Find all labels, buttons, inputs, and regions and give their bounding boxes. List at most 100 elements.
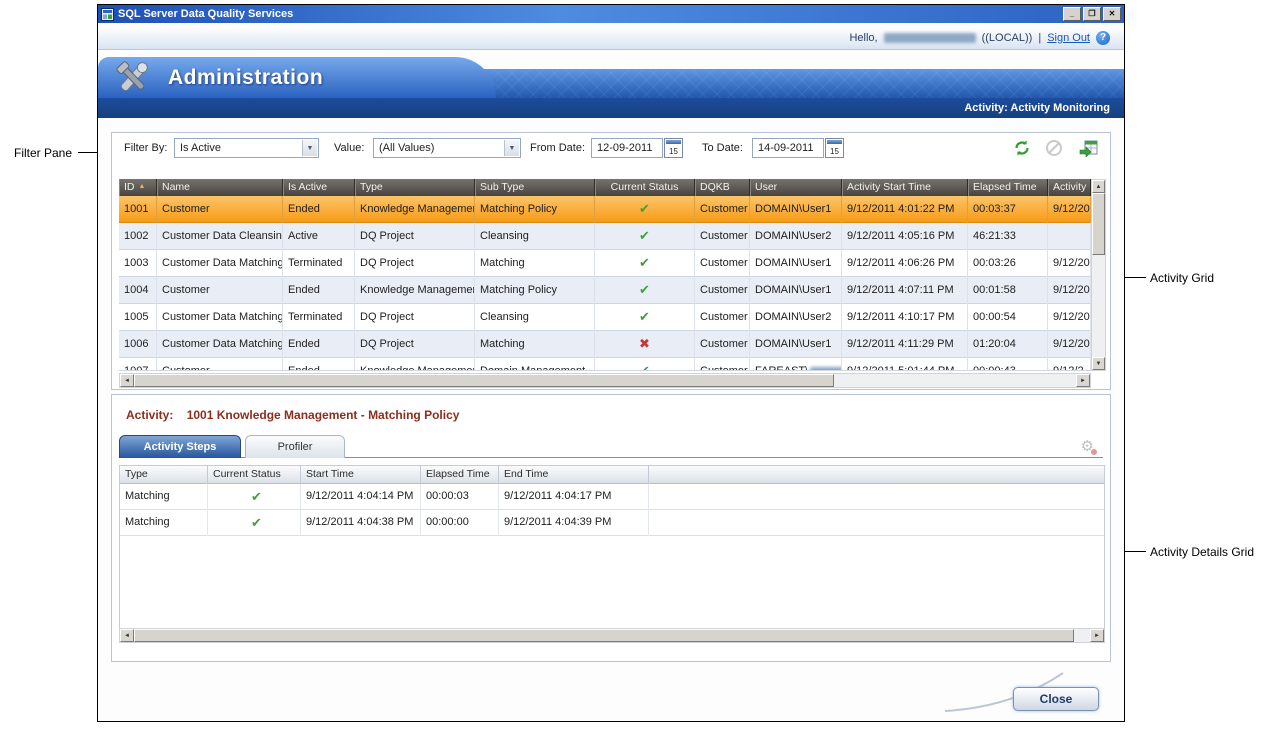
column-header-activity-start-time[interactable]: Activity Start Time <box>842 179 968 196</box>
column-header-start-time[interactable]: Start Time <box>301 466 421 484</box>
activity-grid-vertical-scrollbar[interactable]: ▲ ▼ <box>1091 179 1106 371</box>
cell-name: Customer Data Cleansing <box>157 223 283 250</box>
calendar-icon <box>666 140 681 144</box>
cell-end: 9/12/20 <box>1048 250 1091 277</box>
cell-status: ✔ <box>595 196 695 223</box>
cell-status: ✔ <box>595 358 695 371</box>
userbar-divider: | <box>1038 32 1041 44</box>
column-header-current-status[interactable]: Current Status <box>595 179 695 196</box>
scroll-down-icon[interactable]: ▼ <box>1092 357 1105 370</box>
column-header-type[interactable]: Type <box>120 466 208 484</box>
export-button[interactable] <box>1077 137 1101 159</box>
column-header-elapsed-time[interactable]: Elapsed Time <box>968 179 1048 196</box>
activity-details-panel: Activity: 1001 Knowledge Management - Ma… <box>111 394 1111 662</box>
app-window: SQL Server Data Quality Services _ ❐ ✕ H… <box>97 4 1125 722</box>
status-ok-icon: ✔ <box>251 515 262 530</box>
cell-name: Customer <box>157 196 283 223</box>
filter-by-value: Is Active <box>180 142 300 154</box>
cell-elapsed: 00:00:03 <box>421 484 499 510</box>
status-ok-icon: ✔ <box>251 489 262 504</box>
activity-row-1002[interactable]: 1002Customer Data CleansingActiveDQ Proj… <box>119 223 1091 250</box>
cell-id: 1001 <box>119 196 157 223</box>
column-header-sub-type[interactable]: Sub Type <box>475 179 595 196</box>
cell-sub_type: Matching <box>475 331 595 358</box>
annotation-activity-grid-label: Activity Grid <box>1150 271 1214 285</box>
scroll-up-icon[interactable]: ▲ <box>1092 180 1105 193</box>
close-window-button[interactable]: ✕ <box>1103 7 1121 21</box>
from-date-value: 12-09-2011 <box>597 142 659 154</box>
terminate-icon <box>1045 139 1063 157</box>
annotation-details-grid-label: Activity Details Grid <box>1150 545 1254 559</box>
activity-row-1006[interactable]: 1006Customer Data MatchingEndedDQ Projec… <box>119 331 1091 358</box>
gear-icon[interactable]: ⚙ <box>1081 437 1094 455</box>
cell-dqkb: Customer <box>695 277 750 304</box>
tab-activity-steps[interactable]: Activity Steps <box>119 435 241 458</box>
cell-status: ✔ <box>595 250 695 277</box>
tab-profiler[interactable]: Profiler <box>245 435 345 458</box>
column-header-end-time[interactable]: End Time <box>499 466 649 484</box>
status-ok-icon: ✔ <box>639 228 650 243</box>
from-date-input[interactable]: 12-09-2011 <box>591 138 663 158</box>
details-grid-header: TypeCurrent StatusStart TimeElapsed Time… <box>120 466 1104 484</box>
cell-user: DOMAIN\User2 <box>750 304 842 331</box>
cell-start: 9/12/2011 4:11:29 PM <box>842 331 968 358</box>
cell-type: Matching <box>120 484 208 510</box>
redacted-text <box>810 367 842 371</box>
cell-elapsed: 00:01:58 <box>968 277 1048 304</box>
cell-is_active: Active <box>283 223 355 250</box>
cell-type: DQ Project <box>355 250 475 277</box>
scroll-right-icon[interactable]: ► <box>1076 374 1090 387</box>
restore-button[interactable]: ❐ <box>1083 7 1101 21</box>
cell-user: DOMAIN\User2 <box>750 223 842 250</box>
terminate-button[interactable] <box>1042 137 1066 159</box>
activity-title-value: 1001 Knowledge Management - Matching Pol… <box>187 408 460 422</box>
close-button[interactable]: Close <box>1013 687 1099 711</box>
cell-end: 9/12/20 <box>1048 331 1091 358</box>
cell-start: 9/12/2011 4:04:14 PM <box>301 484 421 510</box>
scrollbar-thumb[interactable] <box>134 629 1074 642</box>
scroll-right-icon[interactable]: ► <box>1090 629 1104 642</box>
cell-type: Matching <box>120 510 208 536</box>
column-header-id[interactable]: ID▲ <box>119 179 157 196</box>
status-ok-icon: ✔ <box>639 255 650 270</box>
scrollbar-thumb[interactable] <box>134 374 834 387</box>
to-date-calendar-button[interactable]: 15 <box>825 138 844 158</box>
filter-by-select[interactable]: Is Active ▼ <box>174 138 319 158</box>
column-header-is-active[interactable]: Is Active <box>283 179 355 196</box>
cell-start: 9/12/2011 4:04:38 PM <box>301 510 421 536</box>
refresh-button[interactable] <box>1010 137 1034 159</box>
app-icon <box>101 8 114 21</box>
column-header-elapsed-time[interactable]: Elapsed Time <box>421 466 499 484</box>
scroll-left-icon[interactable]: ◄ <box>120 374 134 387</box>
to-date-input[interactable]: 14-09-2011 <box>752 138 824 158</box>
cell-is_active: Terminated <box>283 250 355 277</box>
column-header-type[interactable]: Type <box>355 179 475 196</box>
scrollbar-thumb[interactable] <box>1092 193 1105 255</box>
column-header-user[interactable]: User <box>750 179 842 196</box>
sign-out-link[interactable]: Sign Out <box>1047 32 1090 44</box>
details-grid-horizontal-scrollbar[interactable]: ◄ ► <box>119 628 1105 643</box>
column-header-activity[interactable]: Activity <box>1048 179 1091 196</box>
sort-indicator-icon: ▲ <box>139 183 146 190</box>
activity-row-1004[interactable]: 1004CustomerEndedKnowledge ManagementMat… <box>119 277 1091 304</box>
activity-row-1001[interactable]: 1001CustomerEndedKnowledge ManagementMat… <box>119 196 1091 223</box>
cell-elapsed: 01:20:04 <box>968 331 1048 358</box>
activity-grid-horizontal-scrollbar[interactable]: ◄ ► <box>119 373 1091 388</box>
activity-row-1005[interactable]: 1005Customer Data MatchingTerminatedDQ P… <box>119 304 1091 331</box>
cell-dqkb: Customer <box>695 223 750 250</box>
cell-type: DQ Project <box>355 331 475 358</box>
value-select[interactable]: (All Values) ▼ <box>373 138 521 158</box>
column-header-current-status[interactable]: Current Status <box>208 466 301 484</box>
column-header-dqkb[interactable]: DQKB <box>695 179 750 196</box>
from-date-calendar-button[interactable]: 15 <box>664 138 683 158</box>
scroll-left-icon[interactable]: ◄ <box>120 629 134 642</box>
details-row-2[interactable]: Matching✔9/12/2011 4:04:38 PM00:00:009/1… <box>120 510 1104 536</box>
to-date-label: To Date: <box>702 142 743 154</box>
cell-end: 9/12/20 <box>1048 304 1091 331</box>
details-row-1[interactable]: Matching✔9/12/2011 4:04:14 PM00:00:039/1… <box>120 484 1104 510</box>
help-icon[interactable]: ? <box>1096 31 1110 45</box>
activity-row-1003[interactable]: 1003Customer Data MatchingTerminatedDQ P… <box>119 250 1091 277</box>
minimize-button[interactable]: _ <box>1063 7 1081 21</box>
activity-row-1007[interactable]: 1007CustomerEndedKnowledge ManagementDom… <box>119 358 1091 371</box>
column-header-name[interactable]: Name <box>157 179 283 196</box>
